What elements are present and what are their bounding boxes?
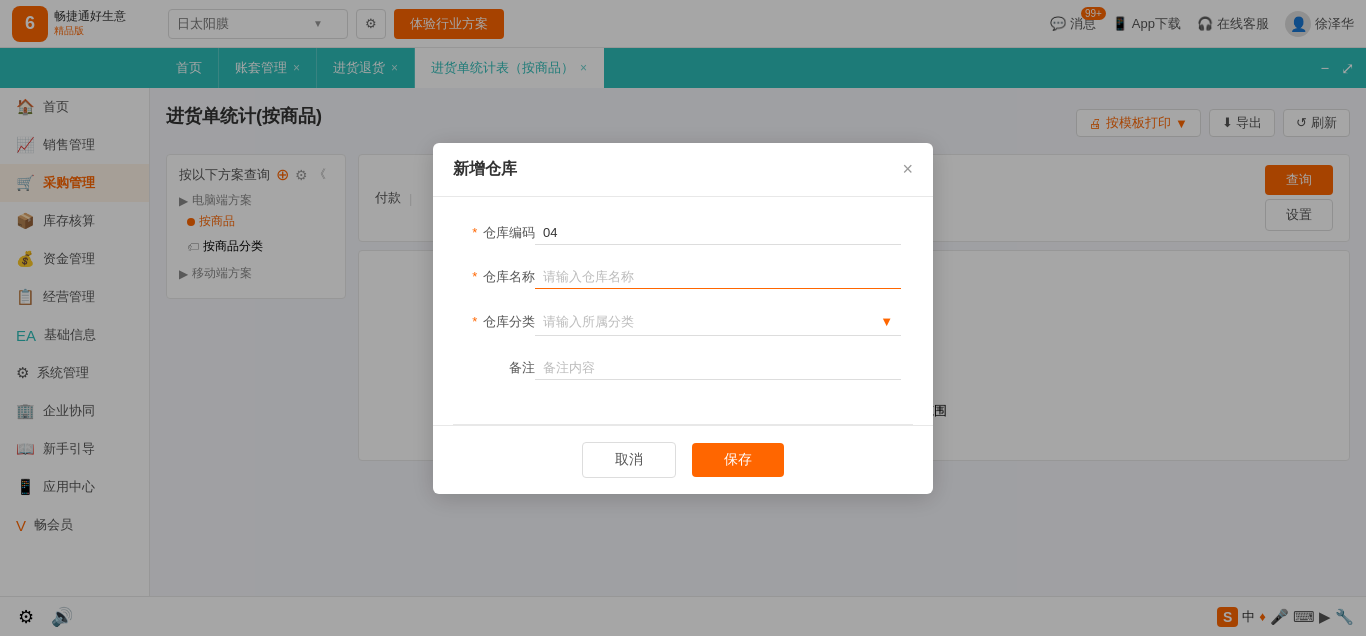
warehouse-category-select[interactable]: 请输入所属分类 ▼ <box>535 309 901 336</box>
warehouse-code-label: * 仓库编码 <box>465 224 535 242</box>
remark-row: 备注 <box>465 356 901 380</box>
modal-title: 新增仓库 <box>453 159 517 180</box>
warehouse-name-input[interactable] <box>535 265 901 289</box>
save-button[interactable]: 保存 <box>692 443 784 477</box>
modal-header: 新增仓库 × <box>433 143 933 197</box>
modal-overlay: 新增仓库 × * 仓库编码 * 仓库名称 * <box>0 0 1366 636</box>
modal-close-icon[interactable]: × <box>902 159 913 180</box>
modal-footer: 取消 保存 <box>433 425 933 494</box>
warehouse-name-row: * 仓库名称 <box>465 265 901 289</box>
required-star-code: * <box>472 225 477 240</box>
remark-input[interactable] <box>535 356 901 380</box>
add-warehouse-modal: 新增仓库 × * 仓库编码 * 仓库名称 * <box>433 143 933 494</box>
category-dropdown-icon: ▼ <box>880 314 893 329</box>
warehouse-code-input[interactable] <box>535 221 901 245</box>
warehouse-code-row: * 仓库编码 <box>465 221 901 245</box>
remark-label: 备注 <box>465 359 535 377</box>
warehouse-category-label: * 仓库分类 <box>465 313 535 331</box>
cancel-button[interactable]: 取消 <box>582 442 676 478</box>
warehouse-name-label: * 仓库名称 <box>465 268 535 286</box>
required-star-name: * <box>472 269 477 284</box>
warehouse-category-row: * 仓库分类 请输入所属分类 ▼ <box>465 309 901 336</box>
required-star-category: * <box>472 314 477 329</box>
category-placeholder: 请输入所属分类 <box>543 313 876 331</box>
modal-body: * 仓库编码 * 仓库名称 * 仓库分类 请输入所属分类 <box>433 197 933 424</box>
